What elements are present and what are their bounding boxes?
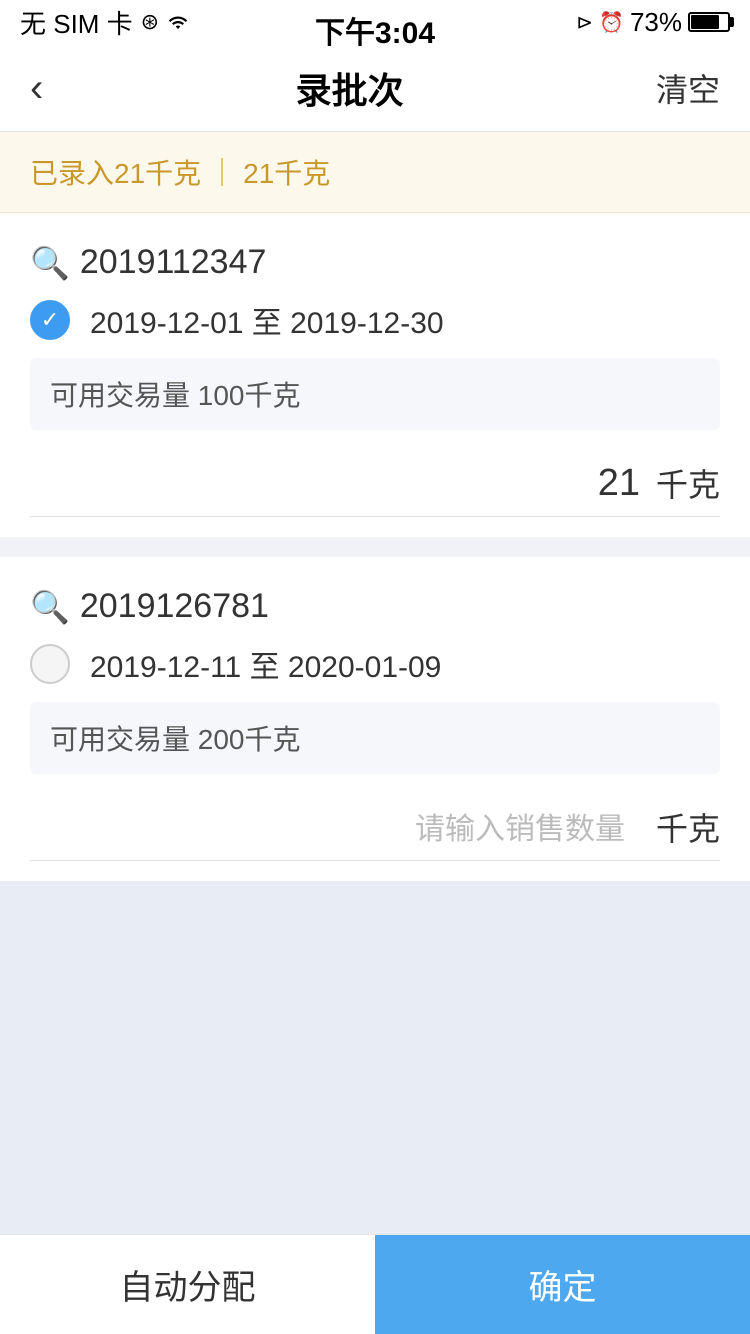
batch-header-2: 🔍 2019126781 [30, 587, 720, 626]
batch-date-row-2: 2019-12-11 至 2020-01-09 [30, 642, 720, 686]
status-left: 无 SIM 卡 ⊛ [20, 4, 189, 41]
amount-unit-1: 千克 [656, 460, 720, 506]
status-bar: 无 SIM 卡 ⊛ 下午3:04 ⊳ ⏰ 73% [0, 0, 750, 44]
back-button[interactable]: ‹ [30, 68, 43, 108]
batch-header-1: 🔍 2019112347 [30, 243, 720, 282]
info-banner: 已录入21千克 21千克 [0, 132, 750, 213]
page-content: 已录入21千克 21千克 🔍 2019112347 ✓ 2019-12-01 至… [0, 132, 750, 1281]
bottom-bar: 自动分配 确定 [0, 1234, 750, 1334]
quantity-input-2[interactable] [30, 806, 640, 848]
radio-2[interactable] [30, 644, 70, 684]
batch-available-1: 可用交易量 100千克 [30, 358, 720, 430]
clear-button[interactable]: 清空 [656, 65, 720, 111]
batch-id-1: 2019112347 [80, 243, 267, 282]
time-label: 下午3:04 [315, 8, 435, 52]
radio-1[interactable]: ✓ [30, 300, 70, 340]
batch-card-1: 🔍 2019112347 ✓ 2019-12-01 至 2019-12-30 可… [0, 213, 750, 537]
recorded-label: 已录入21千克 [30, 152, 201, 192]
nav-bar: ‹ 录批次 清空 [0, 44, 750, 132]
alarm-icon: ⏰ [599, 10, 624, 35]
status-right: ⊳ ⏰ 73% [576, 7, 730, 38]
banner-divider [221, 158, 223, 186]
nav-title: 录批次 [296, 62, 404, 114]
total-label: 21千克 [243, 152, 330, 192]
batch-date-row-1: ✓ 2019-12-01 至 2019-12-30 [30, 298, 720, 342]
doc-icon-1: 🔍 [30, 244, 70, 282]
confirm-button[interactable]: 确定 [375, 1235, 750, 1334]
doc-icon-2: 🔍 [30, 588, 70, 626]
section-gap-1 [0, 537, 750, 557]
batch-amount-row-1: 21 千克 [30, 450, 720, 517]
battery-icon [688, 12, 730, 32]
batch-id-2: 2019126781 [80, 587, 269, 626]
batch-date-2: 2019-12-11 至 2020-01-09 [90, 642, 441, 686]
empty-area [0, 881, 750, 1281]
input-row-2: 千克 [30, 794, 720, 861]
carrier-label: 无 SIM 卡 [20, 4, 133, 41]
batch-available-2: 可用交易量 200千克 [30, 702, 720, 774]
wifi-signal-icon [167, 9, 189, 35]
location-icon: ⊳ [576, 10, 593, 35]
auto-distribute-button[interactable]: 自动分配 [0, 1235, 375, 1334]
wifi-icon: ⊛ [141, 9, 159, 35]
amount-value-1: 21 [598, 462, 640, 505]
battery-percent: 73% [630, 7, 682, 38]
batch-card-2: 🔍 2019126781 2019-12-11 至 2020-01-09 可用交… [0, 557, 750, 881]
input-unit-2: 千克 [656, 804, 720, 850]
batch-date-1: 2019-12-01 至 2019-12-30 [90, 298, 444, 342]
